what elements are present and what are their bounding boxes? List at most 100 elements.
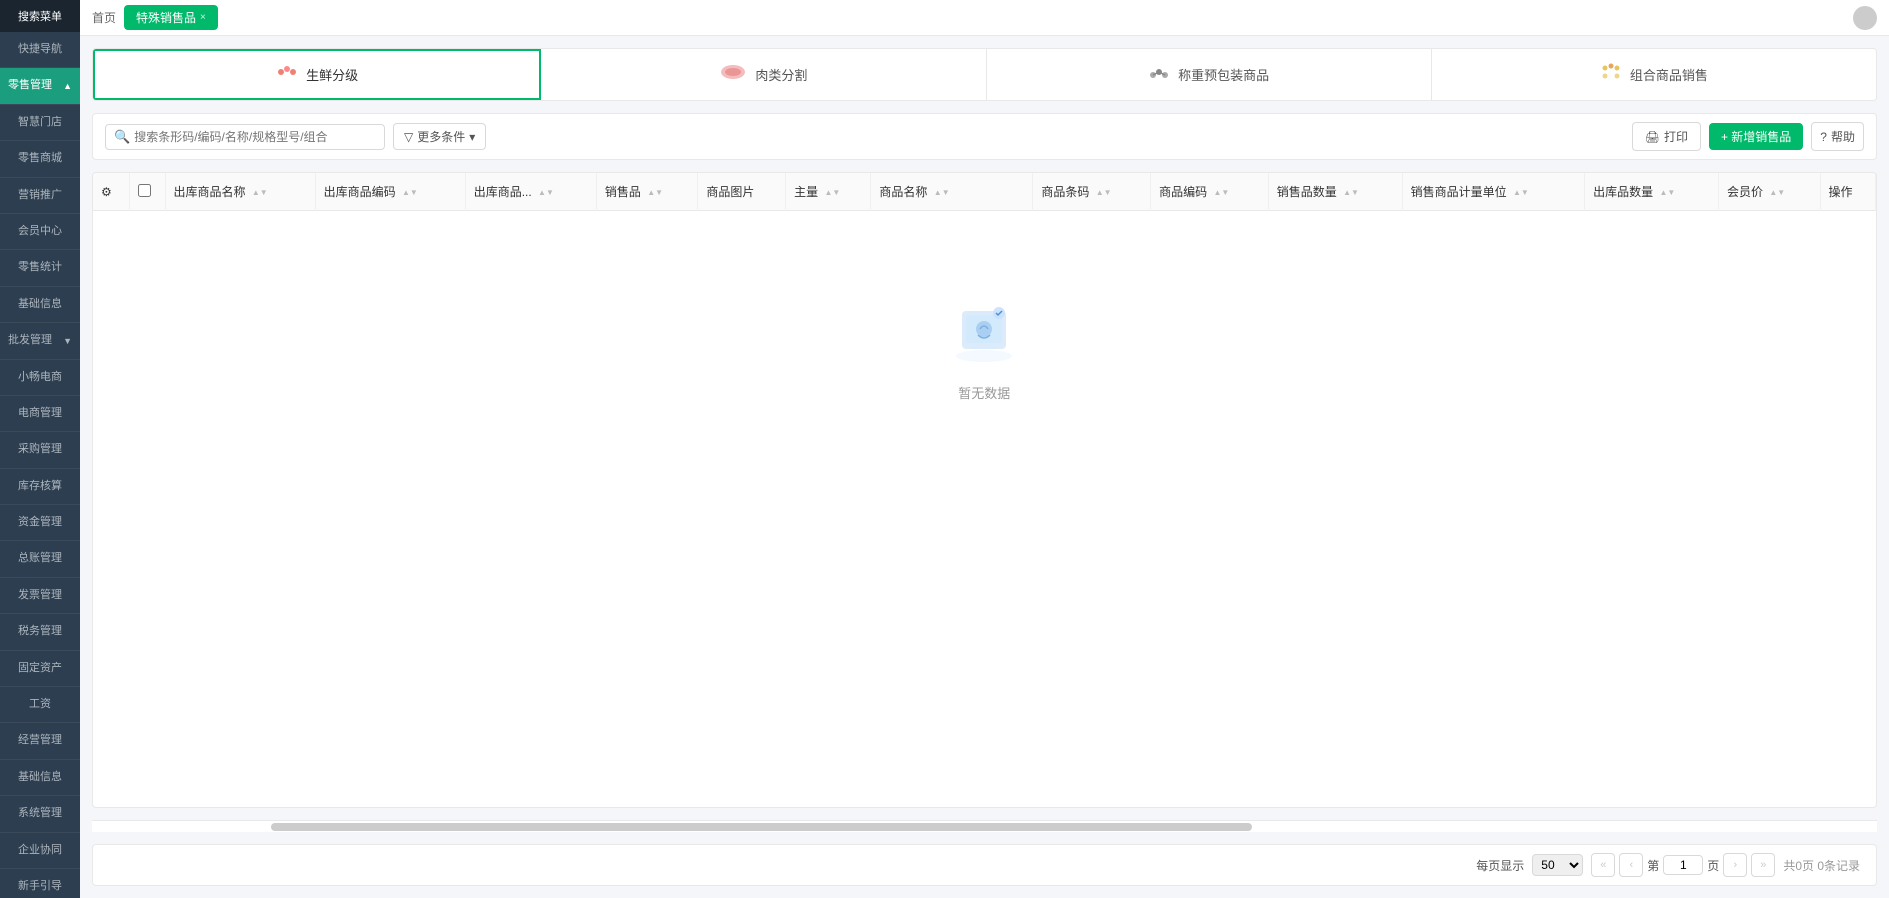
print-icon: 🖨 xyxy=(1645,130,1660,144)
sidebar-item-sys-mgmt[interactable]: 系统管理 xyxy=(0,796,80,832)
cat-tab-meat-cut-label: 肉类分割 xyxy=(755,65,807,84)
search-box[interactable]: 🔍 xyxy=(105,124,385,150)
col-product-image[interactable]: 商品图片 xyxy=(698,173,786,211)
sidebar-item-purchase[interactable]: 采购管理 xyxy=(0,432,80,468)
sort-icon: ▲▼ xyxy=(1769,189,1785,197)
sidebar-item-smart-store[interactable]: 智慧门店 xyxy=(0,105,80,141)
sidebar-item-inventory[interactable]: 库存核算 xyxy=(0,469,80,505)
special-sales-tab[interactable]: 特殊销售品 × xyxy=(124,5,218,30)
sort-icon: ▲▼ xyxy=(402,189,418,197)
sidebar-item-basic-info[interactable]: 基础信息 xyxy=(0,287,80,323)
sort-icon: ▲▼ xyxy=(1660,189,1676,197)
fresh-grade-icon xyxy=(276,61,298,88)
sort-icon: ▲▼ xyxy=(1213,189,1229,197)
sidebar-item-enterprise[interactable]: 企业协同 xyxy=(0,833,80,869)
empty-state: 暂无数据 xyxy=(93,211,1876,482)
toolbar: 🔍 ▽ 更多条件 ▾ 🖨 打印 + 新增销售品 ? 帮助 xyxy=(92,113,1877,160)
sidebar-item-member[interactable]: 会员中心 xyxy=(0,214,80,250)
next-page-button[interactable]: › xyxy=(1723,853,1747,877)
table-body: 暂无数据 xyxy=(93,211,1876,483)
tab-label: 特殊销售品 xyxy=(136,9,196,26)
search-icon: 🔍 xyxy=(114,129,130,145)
sidebar-item-general-ledger[interactable]: 总账管理 xyxy=(0,541,80,577)
sort-icon: ▲▼ xyxy=(538,189,554,197)
weigh-pack-icon xyxy=(1148,61,1170,88)
search-input[interactable] xyxy=(134,130,374,144)
cat-tab-combo[interactable]: 组合商品销售 xyxy=(1432,49,1876,100)
col-member-price[interactable]: 会员价 ▲▼ xyxy=(1719,173,1821,211)
sort-icon: ▲▼ xyxy=(252,189,268,197)
page-input[interactable] xyxy=(1663,855,1703,875)
user-avatar[interactable] xyxy=(1853,6,1877,30)
col-settings[interactable]: ⚙ xyxy=(93,173,129,211)
table-header-row: ⚙ 出库商品名称 ▲▼ 出库商品编码 ▲▼ xyxy=(93,173,1876,211)
sidebar-item-basic-info2[interactable]: 基础信息 xyxy=(0,760,80,796)
horizontal-scrollbar[interactable] xyxy=(92,820,1877,832)
help-button[interactable]: ? 帮助 xyxy=(1811,122,1864,151)
print-label: 打印 xyxy=(1664,128,1688,145)
last-page-button[interactable]: » xyxy=(1751,853,1775,877)
filter-icon: ▽ xyxy=(404,130,413,144)
sidebar-item-tax[interactable]: 税务管理 xyxy=(0,614,80,650)
col-main-qty[interactable]: 主量 ▲▼ xyxy=(786,173,871,211)
page-content: 生鲜分级 肉类分割 xyxy=(80,36,1889,898)
sidebar-item-ops-mgmt[interactable]: 经营管理 xyxy=(0,723,80,759)
first-page-button[interactable]: « xyxy=(1591,853,1615,877)
sidebar-item-invoice[interactable]: 发票管理 xyxy=(0,578,80,614)
col-sale-unit[interactable]: 销售商品计量单位 ▲▼ xyxy=(1402,173,1584,211)
sidebar-item-mini-ecom[interactable]: 小畅电商 xyxy=(0,360,80,396)
page-label: 第 xyxy=(1647,857,1659,874)
cat-tab-meat-cut[interactable]: 肉类分割 xyxy=(541,49,986,100)
add-button[interactable]: + 新增销售品 xyxy=(1709,123,1803,150)
select-all-checkbox[interactable] xyxy=(138,184,151,197)
help-label: 帮助 xyxy=(1831,128,1855,145)
col-out-product-x[interactable]: 出库商品... ▲▼ xyxy=(465,173,596,211)
per-page-select[interactable]: 50 10 20 100 xyxy=(1532,854,1583,876)
sidebar-item-retail-stats[interactable]: 零售统计 xyxy=(0,250,80,286)
sidebar-item-marketing[interactable]: 营销推广 xyxy=(0,178,80,214)
col-out-product-code[interactable]: 出库商品编码 ▲▼ xyxy=(315,173,465,211)
main-content: 首页 特殊销售品 × 生鲜分级 xyxy=(80,0,1889,898)
scroll-thumb[interactable] xyxy=(271,823,1253,831)
empty-state-row: 暂无数据 xyxy=(93,211,1876,483)
cat-tab-combo-label: 组合商品销售 xyxy=(1630,65,1708,84)
col-barcode[interactable]: 商品条码 ▲▼ xyxy=(1033,173,1151,211)
col-product-name[interactable]: 商品名称 ▲▼ xyxy=(871,173,1033,211)
batch-mgmt-arrow: ▼ xyxy=(63,335,72,348)
col-sale-qty[interactable]: 销售品数量 ▲▼ xyxy=(1268,173,1402,211)
per-page-label: 每页显示 xyxy=(1476,857,1524,874)
cat-tab-weigh-pack[interactable]: 称重预包装商品 xyxy=(987,49,1432,100)
col-sale-product[interactable]: 销售品 ▲▼ xyxy=(596,173,698,211)
sidebar-item-wages[interactable]: 工资 xyxy=(0,687,80,723)
col-ops: 操作 xyxy=(1820,173,1875,211)
sort-icon: ▲▼ xyxy=(1343,189,1359,197)
sidebar-item-new-guide[interactable]: 新手引导 xyxy=(0,869,80,898)
col-out-product-name[interactable]: 出库商品名称 ▲▼ xyxy=(165,173,315,211)
sidebar-item-quick-nav[interactable]: 快捷导航 xyxy=(0,32,80,68)
sort-icon: ▲▼ xyxy=(1096,189,1112,197)
sidebar-item-fixed-assets[interactable]: 固定资产 xyxy=(0,651,80,687)
filter-button[interactable]: ▽ 更多条件 ▾ xyxy=(393,123,486,150)
topbar-right xyxy=(1853,6,1877,30)
print-button[interactable]: 🖨 打印 xyxy=(1632,122,1701,151)
sidebar-item-finance[interactable]: 资金管理 xyxy=(0,505,80,541)
toolbar-right: 🖨 打印 + 新增销售品 ? 帮助 xyxy=(1632,122,1864,151)
sidebar-item-ecom-mgmt[interactable]: 电商管理 xyxy=(0,396,80,432)
col-product-code[interactable]: 商品编码 ▲▼ xyxy=(1151,173,1269,211)
col-out-qty[interactable]: 出库品数量 ▲▼ xyxy=(1585,173,1719,211)
filter-arrow-icon: ▾ xyxy=(469,130,475,144)
sort-icon: ▲▼ xyxy=(1513,189,1529,197)
empty-icon xyxy=(944,291,1024,371)
meat-cut-icon xyxy=(719,61,747,88)
sidebar-logo[interactable]: 搜索菜单 xyxy=(0,0,80,32)
sidebar-item-batch-mgmt[interactable]: 批发管理 ▼ xyxy=(0,323,80,359)
home-breadcrumb[interactable]: 首页 xyxy=(92,9,116,26)
tab-close-icon[interactable]: × xyxy=(200,12,206,23)
prev-page-button[interactable]: ‹ xyxy=(1619,853,1643,877)
sidebar-item-retail-mgmt[interactable]: 零售管理 ▲ xyxy=(0,68,80,104)
col-checkbox[interactable] xyxy=(129,173,165,211)
retail-mgmt-arrow: ▲ xyxy=(63,80,72,93)
settings-icon: ⚙ xyxy=(101,185,112,199)
sidebar-item-retail-mall[interactable]: 零售商城 xyxy=(0,141,80,177)
cat-tab-fresh-grade[interactable]: 生鲜分级 xyxy=(93,49,541,100)
